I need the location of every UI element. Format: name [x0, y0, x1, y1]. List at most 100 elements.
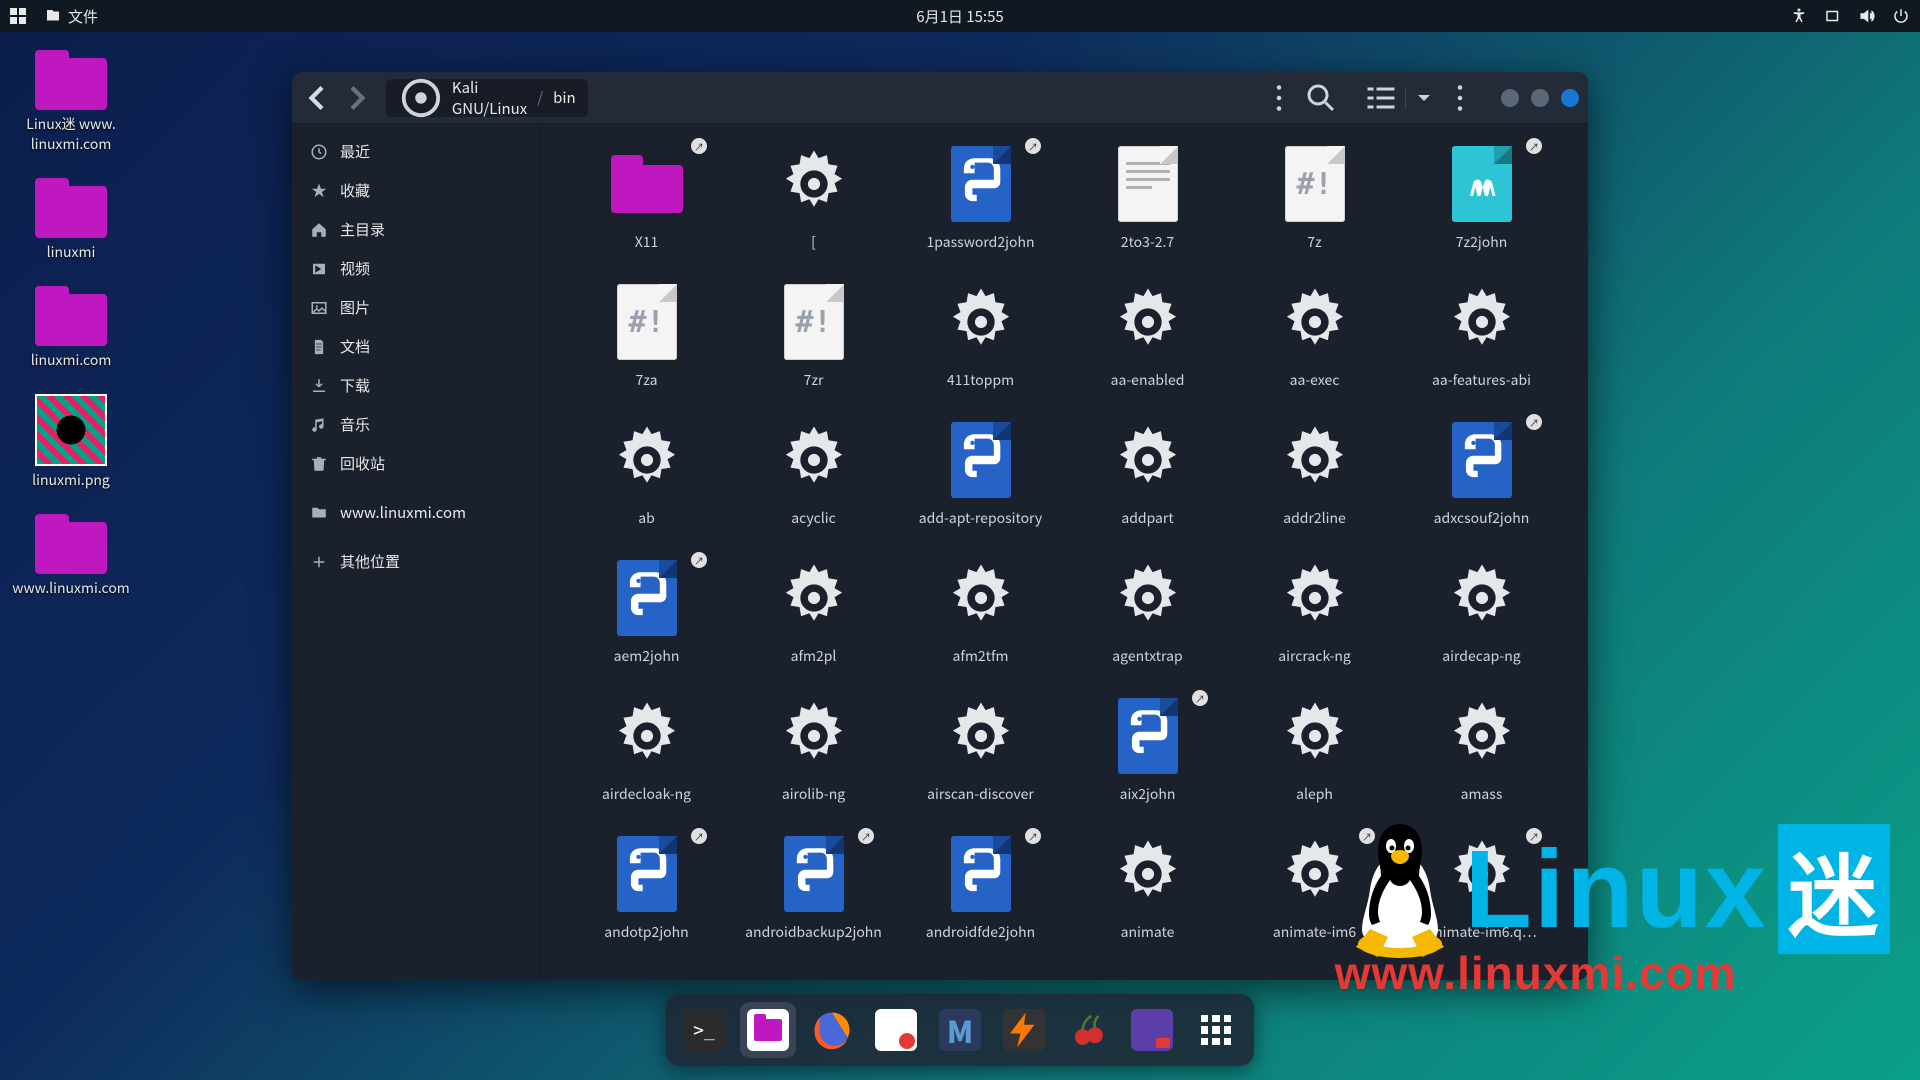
file-item[interactable]: ↗androidfde2john: [902, 828, 1059, 942]
dock-item-text-editor[interactable]: [868, 1002, 924, 1058]
file-item[interactable]: agentxtrap: [1069, 552, 1226, 666]
file-label: aircrack-ng: [1236, 646, 1393, 666]
file-item[interactable]: aa-features-abi: [1403, 276, 1560, 390]
back-button[interactable]: [298, 80, 334, 116]
trash-icon: [310, 455, 328, 473]
forward-button[interactable]: [340, 80, 376, 116]
accessibility-icon[interactable]: [1790, 7, 1808, 25]
hamburger-menu-button[interactable]: [1442, 80, 1478, 116]
file-item[interactable]: ↗1password2john: [902, 138, 1059, 252]
file-item[interactable]: animate: [1069, 828, 1226, 942]
doc-icon: [310, 338, 328, 356]
file-item[interactable]: 411toppm: [902, 276, 1059, 390]
file-label: aa-enabled: [1069, 370, 1226, 390]
breadcrumb-seg[interactable]: bin: [553, 87, 576, 108]
file-item[interactable]: add-apt-repository: [902, 414, 1059, 528]
search-button[interactable]: [1303, 80, 1339, 116]
file-item[interactable]: airdecloak-ng: [568, 690, 725, 804]
file-item[interactable]: ↗aix2john: [1069, 690, 1226, 804]
file-item[interactable]: aleph: [1236, 690, 1393, 804]
dock-item-terminal[interactable]: >_: [676, 1002, 732, 1058]
clock[interactable]: 6月1日 15:55: [916, 6, 1003, 27]
sidebar-item-download[interactable]: 下载: [292, 366, 539, 405]
volume-icon[interactable]: [1858, 7, 1876, 25]
window-controls-icon[interactable]: [1824, 7, 1842, 25]
file-item[interactable]: [: [735, 138, 892, 252]
file-label: agentxtrap: [1069, 646, 1226, 666]
desktop-item[interactable]: linuxmi.png: [6, 394, 136, 490]
file-label: 7zr: [735, 370, 892, 390]
dock-item-apps-grid[interactable]: [1188, 1002, 1244, 1058]
sidebar-item-folder[interactable]: www.linuxmi.com: [292, 493, 539, 532]
files-app-menu[interactable]: 文件: [44, 6, 98, 27]
dock-item-burp[interactable]: [996, 1002, 1052, 1058]
file-item[interactable]: ↗adxcsouf2john: [1403, 414, 1560, 528]
file-label: aix2john: [1069, 784, 1226, 804]
file-item[interactable]: ↗aem2john: [568, 552, 725, 666]
activities-button[interactable]: [10, 8, 26, 24]
files-app-label: 文件: [68, 6, 98, 27]
file-item[interactable]: amass: [1403, 690, 1560, 804]
desktop-item[interactable]: linuxmi.com: [6, 286, 136, 370]
file-item[interactable]: 2to3-2.7: [1069, 138, 1226, 252]
desktop-item[interactable]: linuxmi: [6, 178, 136, 262]
file-item[interactable]: airdecap-ng: [1403, 552, 1560, 666]
sidebar-item-doc[interactable]: 文档: [292, 327, 539, 366]
sidebar-item-label: 视频: [340, 258, 370, 279]
file-item[interactable]: addpart: [1069, 414, 1226, 528]
maximize-button[interactable]: [1531, 89, 1549, 107]
dock-item-screenshot[interactable]: [1124, 1002, 1180, 1058]
file-hash-icon: #!: [1273, 142, 1357, 226]
close-button[interactable]: [1561, 89, 1579, 107]
sidebar-item-plus[interactable]: 其他位置: [292, 542, 539, 581]
sidebar-item-image[interactable]: 图片: [292, 288, 539, 327]
file-item[interactable]: airscan-discover: [902, 690, 1059, 804]
sidebar-item-trash[interactable]: 回收站: [292, 444, 539, 483]
file-item[interactable]: aa-enabled: [1069, 276, 1226, 390]
file-label: animate: [1069, 922, 1226, 942]
file-item[interactable]: #!7z: [1236, 138, 1393, 252]
dock-item-firefox[interactable]: [804, 1002, 860, 1058]
file-item[interactable]: acyclic: [735, 414, 892, 528]
file-item[interactable]: ab: [568, 414, 725, 528]
file-item[interactable]: ↗7z2john: [1403, 138, 1560, 252]
file-item[interactable]: ↗andotp2john: [568, 828, 725, 942]
sidebar-item-video[interactable]: 视频: [292, 249, 539, 288]
sidebar-item-label: 文档: [340, 336, 370, 357]
file-label: 2to3-2.7: [1069, 232, 1226, 252]
minimize-button[interactable]: [1501, 89, 1519, 107]
dock-item-files[interactable]: [740, 1002, 796, 1058]
file-label: airscan-discover: [902, 784, 1059, 804]
breadcrumb-root[interactable]: Kali GNU/Linux: [398, 75, 527, 121]
dock-item-cherrytree[interactable]: [1060, 1002, 1116, 1058]
file-item[interactable]: addr2line: [1236, 414, 1393, 528]
file-gear-icon: [605, 418, 689, 502]
desktop-item[interactable]: Linux迷 www. linuxmi.com: [6, 50, 136, 154]
sidebar-item-music[interactable]: 音乐: [292, 405, 539, 444]
file-item[interactable]: #!7za: [568, 276, 725, 390]
file-item[interactable]: afm2pl: [735, 552, 892, 666]
view-toggle-button[interactable]: [1363, 80, 1399, 116]
dock-item-metasploit[interactable]: M: [932, 1002, 988, 1058]
breadcrumb-seg-label: bin: [553, 87, 576, 108]
view-dropdown-button[interactable]: [1412, 80, 1436, 116]
path-menu-button[interactable]: [1261, 80, 1297, 116]
file-label: aem2john: [568, 646, 725, 666]
file-item[interactable]: aircrack-ng: [1236, 552, 1393, 666]
file-item[interactable]: ↗X11: [568, 138, 725, 252]
file-item[interactable]: ↗androidbackup2john: [735, 828, 892, 942]
sidebar-item-home[interactable]: 主目录: [292, 210, 539, 249]
sidebar-item-star[interactable]: 收藏: [292, 171, 539, 210]
file-py-icon: [1440, 418, 1524, 502]
file-gear-icon: [772, 556, 856, 640]
file-item[interactable]: afm2tfm: [902, 552, 1059, 666]
file-item[interactable]: #!7zr: [735, 276, 892, 390]
power-icon[interactable]: [1892, 7, 1910, 25]
path-bar[interactable]: Kali GNU/Linux / bin: [386, 79, 588, 117]
file-label: aa-exec: [1236, 370, 1393, 390]
file-item[interactable]: airolib-ng: [735, 690, 892, 804]
watermark-url: www.linuxmi.com: [1335, 946, 1890, 1000]
file-item[interactable]: aa-exec: [1236, 276, 1393, 390]
desktop-item[interactable]: www.linuxmi.com: [6, 514, 136, 598]
sidebar-item-clock[interactable]: 最近: [292, 132, 539, 171]
